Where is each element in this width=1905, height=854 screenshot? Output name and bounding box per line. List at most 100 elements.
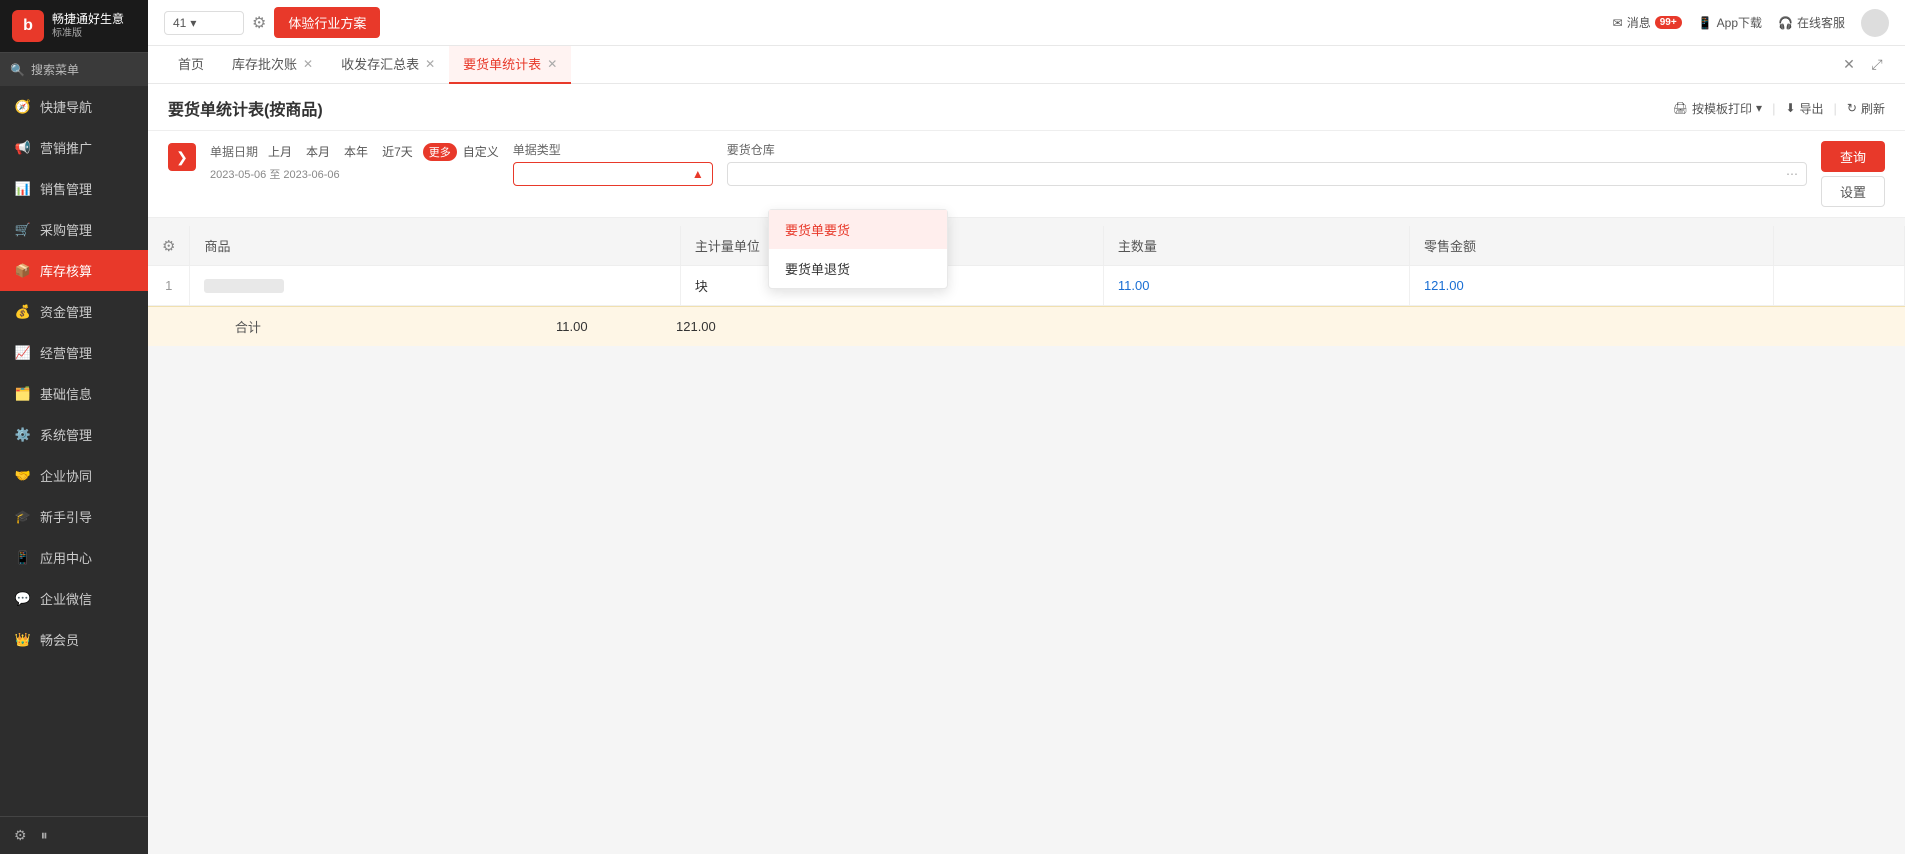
nav-icon-guide: 🎓 [14,509,32,525]
dropdown-item-return[interactable]: 要货单退货 [769,249,947,288]
print-icon: 🖨 [1673,101,1688,115]
app-version: 标准版 [52,27,124,40]
sidebar-item-inventory[interactable]: 📦 库存核算 [0,250,148,291]
refresh-btn[interactable]: ↻ 刷新 [1847,100,1885,117]
sidebar-search[interactable]: 🔍 搜索菜单 [0,53,148,86]
export-label: 导出 [1800,100,1824,117]
sidebar-item-member[interactable]: 👑 畅会员 [0,619,148,660]
filter-expand-btn[interactable]: ❯ [168,143,196,171]
messages-btn[interactable]: ✉ 消息 99+ [1613,14,1682,31]
tab-receive-summary[interactable]: 收发存汇总表 ✕ [327,46,449,84]
tab-home[interactable]: 首页 [164,46,218,84]
tab-inventory-batch[interactable]: 库存批次账 ✕ [218,46,327,84]
more-dates-btn[interactable]: 更多 [423,143,457,161]
warehouse-input[interactable]: ⋯ [727,162,1807,186]
warehouse-value [736,167,739,181]
data-table: ⚙ 商品 主计量单位 主数量 零售金额 1 [148,226,1905,306]
product-placeholder [204,279,284,293]
sidebar-item-purchase[interactable]: 🛒 采购管理 [0,209,148,250]
dropdown-item-order-label: 要货单要货 [785,223,850,238]
topbar-left: 41 ▾ ⚙ 体验行业方案 [164,7,1601,38]
tab-order-stats[interactable]: 要货单统计表 ✕ [449,46,571,84]
user-avatar[interactable] [1861,9,1889,37]
sidebar-item-base-info[interactable]: 🗂️ 基础信息 [0,373,148,414]
online-service-label: 在线客服 [1797,14,1845,31]
custom-date-btn[interactable]: 自定义 [463,143,499,160]
type-filter-group: 单据类型 ▲ [513,141,713,186]
export-icon: ⬇ [1785,101,1795,115]
sidebar-item-system[interactable]: ⚙️ 系统管理 [0,414,148,455]
date-label: 单据日期 [210,143,258,160]
this-month-btn[interactable]: 本月 [302,141,334,162]
last-7-days-btn[interactable]: 近7天 [378,141,417,162]
trial-button[interactable]: 体验行业方案 [274,7,380,38]
expand-tabs-btn[interactable]: ⤢ [1865,53,1889,77]
nav-label-app-center: 应用中心 [40,548,92,567]
sidebar-item-app-center[interactable]: 📱 应用中心 [0,537,148,578]
warehouse-filter-group: 要货仓库 ⋯ [727,141,1807,186]
tab-receive-summary-label: 收发存汇总表 [341,54,419,73]
row-amount[interactable]: 121.00 [1409,266,1774,306]
sidebar-item-sales[interactable]: 📊 销售管理 [0,168,148,209]
dropdown-item-order[interactable]: 要货单要货 [769,210,947,249]
nav-icon-finance: 💰 [14,304,32,320]
row-qty[interactable]: 11.00 [1103,266,1409,306]
close-inventory-batch-tab[interactable]: ✕ [303,57,313,71]
toggle-bottom-btn[interactable]: ⏸ [41,827,48,844]
nav-label-quick-nav: 快捷导航 [40,97,92,116]
warehouse-more-icon[interactable]: ⋯ [1786,167,1798,181]
warehouse-label: 要货仓库 [727,141,1807,158]
col-qty: 主数量 [1103,226,1409,266]
tabs-controls: ✕ ⤢ [1837,53,1889,77]
action-divider-2: | [1834,101,1837,116]
row-num: 1 [148,266,190,306]
close-receive-summary-tab[interactable]: ✕ [425,57,435,71]
nav-label-system: 系统管理 [40,425,92,444]
last-month-btn[interactable]: 上月 [264,141,296,162]
export-btn[interactable]: ⬇ 导出 [1785,100,1823,117]
this-year-btn[interactable]: 本年 [340,141,372,162]
nav-icon-system: ⚙️ [14,427,32,443]
type-filter-select[interactable]: ▲ [513,162,713,186]
chevron-right-icon: ❯ [176,149,188,166]
col-settings[interactable]: ⚙ [148,226,190,266]
print-chevron-icon: ▾ [1756,101,1762,115]
nav-label-operations: 经营管理 [40,343,92,362]
footer-amount-val: 121.00 [662,319,782,334]
page-content: 要货单统计表(按商品) 🖨 按模板打印 ▾ | ⬇ 导出 | ↻ 刷新 [148,84,1905,854]
breadcrumb-select[interactable]: 41 ▾ [164,11,244,35]
app-download-btn[interactable]: 📱 App下载 [1698,14,1762,31]
search-label: 搜索菜单 [31,61,79,78]
type-filter-label: 单据类型 [513,141,713,158]
nav-label-purchase: 采购管理 [40,220,92,239]
sidebar-item-guide[interactable]: 🎓 新手引导 [0,496,148,537]
sidebar-bottom: ⚙ ⏸ [0,816,148,854]
sidebar-item-finance[interactable]: 💰 资金管理 [0,291,148,332]
print-label: 按模板打印 [1692,100,1752,117]
table-footer: 合计 11.00 121.00 [148,306,1905,346]
row-extra [1774,266,1905,306]
nav-label-finance: 资金管理 [40,302,92,321]
sidebar-item-wechat[interactable]: 💬 企业微信 [0,578,148,619]
table-settings-icon[interactable]: ⚙ [162,238,175,255]
close-all-tabs-btn[interactable]: ✕ [1837,53,1861,77]
online-service-btn[interactable]: 🎧 在线客服 [1778,14,1845,31]
query-button[interactable]: 查询 [1821,141,1885,172]
nav-icon-quick-nav: 🧭 [14,99,32,115]
settings-bottom-btn[interactable]: ⚙ [14,827,27,844]
sidebar-item-operations[interactable]: 📈 经营管理 [0,332,148,373]
app-logo-text: 畅捷通好生意 标准版 [52,12,124,41]
nav-label-wechat: 企业微信 [40,589,92,608]
sidebar-item-quick-nav[interactable]: 🧭 快捷导航 [0,86,148,127]
sidebar-item-enterprise[interactable]: 🤝 企业协同 [0,455,148,496]
date-filter-label-row: 单据日期 上月 本月 本年 近7天 更多 自定义 [210,141,499,162]
filter-settings-button[interactable]: 设置 [1821,176,1885,207]
headset-icon: 🎧 [1778,16,1793,30]
app-download-label: App下载 [1717,14,1762,31]
col-amount: 零售金额 [1409,226,1774,266]
print-template-btn[interactable]: 🖨 按模板打印 ▾ [1673,100,1762,117]
close-order-stats-tab[interactable]: ✕ [547,57,557,71]
search-icon: 🔍 [10,63,25,77]
topbar-gear-icon[interactable]: ⚙ [252,13,266,33]
sidebar-item-marketing[interactable]: 📢 营销推广 [0,127,148,168]
